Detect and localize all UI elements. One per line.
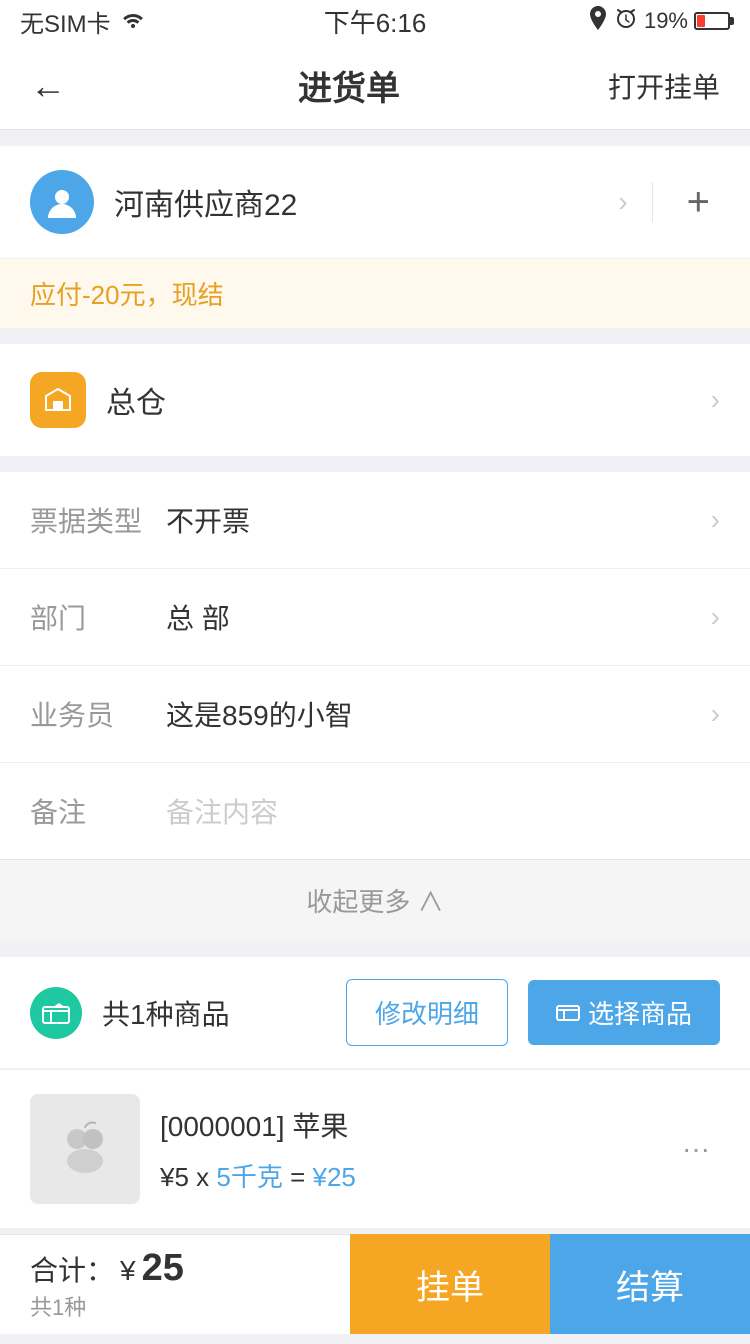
warehouse-section: 总仓 › (0, 344, 750, 456)
page-title: 进货单 (298, 61, 400, 110)
add-supplier-button[interactable]: + (677, 180, 720, 225)
product-code: [0000001] (160, 1111, 292, 1142)
signal-label: 无SIM卡 (20, 4, 111, 39)
settle-button[interactable]: 结算 (550, 1234, 750, 1334)
nav-bar: ← 进货单 打开挂单 (0, 42, 750, 130)
product-count: 共1种商品 (102, 993, 326, 1033)
dept-chevron-icon: › (711, 601, 720, 633)
total-area: 合计： ¥ 25 共1种 (0, 1234, 350, 1334)
product-thumbnail (30, 1094, 140, 1204)
select-product-button[interactable]: 选择商品 (528, 980, 720, 1045)
product-icon (30, 987, 82, 1039)
agent-label: 业务员 (30, 694, 150, 734)
dept-label: 部门 (30, 597, 150, 637)
open-pending-button[interactable]: 打开挂单 (608, 66, 720, 106)
supplier-row[interactable]: 河南供应商22 › + (0, 146, 750, 259)
invoice-chevron-icon: › (711, 504, 720, 536)
product-price: ¥5 x 5千克 = ¥25 (160, 1157, 652, 1194)
product-title: 苹果 (292, 1111, 348, 1142)
supplier-section: 河南供应商22 › + 应付-20元，现结 (0, 146, 750, 328)
form-section: 票据类型 不开票 › 部门 总 部 › 业务员 这是859的小智 › 备注 备注… (0, 472, 750, 941)
pending-button[interactable]: 挂单 (350, 1234, 550, 1334)
invoice-value: 不开票 (150, 500, 711, 540)
bottom-bar: 合计： ¥ 25 共1种 挂单 结算 (0, 1234, 750, 1334)
subtotal: ¥25 (313, 1162, 356, 1192)
supplier-chevron-icon: › (618, 186, 627, 218)
unit-price: ¥5 x (160, 1162, 216, 1192)
collapse-label: 收起更多 ∧ (306, 887, 443, 917)
status-bar: 无SIM卡 下午6:16 19% (0, 0, 750, 42)
back-button[interactable]: ← (30, 65, 90, 107)
total-label: 合计： (30, 1249, 114, 1289)
select-product-label: 选择商品 (588, 994, 692, 1031)
alarm-icon (614, 6, 638, 36)
equals-sign: = (290, 1162, 312, 1192)
agent-row[interactable]: 业务员 这是859的小智 › (0, 665, 750, 762)
total-sub: 共1种 (30, 1290, 320, 1322)
supplier-divider (652, 182, 653, 222)
edit-detail-button[interactable]: 修改明细 (346, 979, 508, 1046)
dept-value: 总 部 (150, 597, 711, 637)
quantity: 5千克 (216, 1162, 282, 1192)
remark-input[interactable]: 备注内容 (150, 791, 720, 831)
supplier-notice: 应付-20元，现结 (0, 259, 750, 328)
product-info: [0000001] 苹果 ¥5 x 5千克 = ¥25 (160, 1105, 652, 1194)
pending-label: 挂单 (416, 1260, 484, 1309)
status-time: 下午6:16 (324, 3, 427, 40)
battery-icon (694, 12, 730, 30)
battery-pct: 19% (644, 8, 688, 34)
product-more-button[interactable]: ··· (672, 1123, 720, 1175)
collapse-bar[interactable]: 收起更多 ∧ (0, 859, 750, 941)
warehouse-icon (30, 372, 86, 428)
settle-label: 结算 (616, 1260, 684, 1309)
supplier-name: 河南供应商22 (114, 180, 618, 224)
product-name: [0000001] 苹果 (160, 1105, 652, 1145)
remark-row[interactable]: 备注 备注内容 (0, 762, 750, 859)
warehouse-chevron-icon: › (711, 384, 720, 416)
currency-symbol: ¥ (120, 1255, 136, 1287)
invoice-row[interactable]: 票据类型 不开票 › (0, 472, 750, 568)
agent-chevron-icon: › (711, 698, 720, 730)
agent-value: 这是859的小智 (150, 694, 711, 734)
product-header: 共1种商品 修改明细 选择商品 (0, 957, 750, 1068)
warehouse-name: 总仓 (106, 378, 711, 422)
supplier-avatar (30, 170, 94, 234)
dept-row[interactable]: 部门 总 部 › (0, 568, 750, 665)
total-amount: 25 (142, 1247, 184, 1290)
invoice-label: 票据类型 (30, 500, 150, 540)
wifi-icon (119, 7, 147, 36)
location-icon (588, 6, 608, 36)
remark-label: 备注 (30, 791, 150, 831)
warehouse-row[interactable]: 总仓 › (0, 344, 750, 456)
product-item: [0000001] 苹果 ¥5 x 5千克 = ¥25 ··· (0, 1070, 750, 1228)
